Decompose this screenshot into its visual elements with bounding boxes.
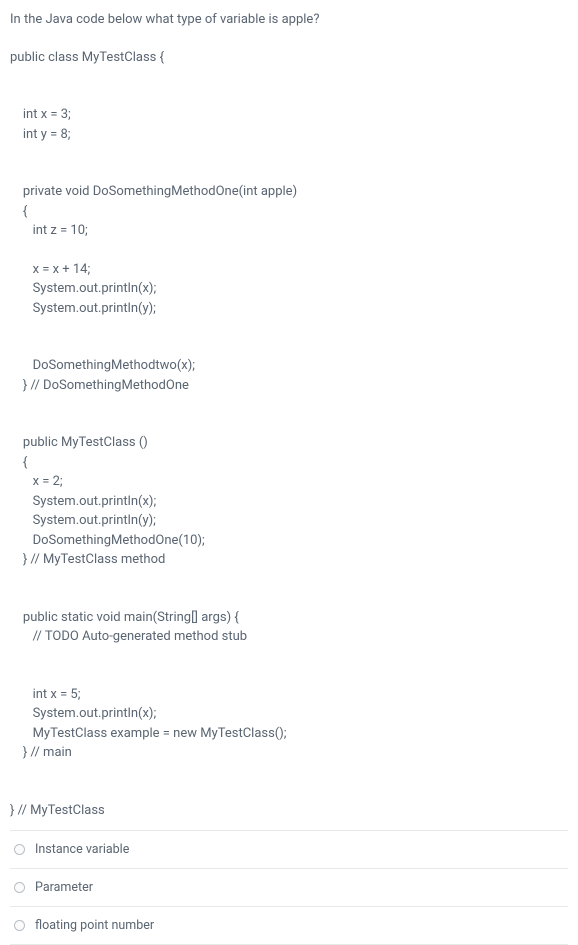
code-line: int y = 8; (10, 125, 568, 145)
code-line: int x = 3; (10, 105, 568, 125)
code-line: System.out.println(x); (10, 704, 568, 724)
code-line: } // DoSomethingMethodOne (10, 376, 568, 396)
code-line: x = 2; (10, 472, 568, 492)
code-line: } // MyTestClass method (10, 550, 568, 570)
code-line: { (10, 202, 568, 222)
radio-icon (14, 920, 25, 931)
code-line: DoSomethingMethodOne(10); (10, 531, 568, 551)
code-line: MyTestClass example = new MyTestClass(); (10, 724, 568, 744)
code-line: System.out.println(x); (10, 279, 568, 299)
option-a[interactable]: Instance variable (10, 830, 568, 868)
code-block: public class MyTestClass { int x = 3; in… (10, 48, 568, 821)
code-line: DoSomethingMethodtwo(x); (10, 356, 568, 376)
code-line: } // MyTestClass (10, 801, 568, 821)
code-line: // TODO Auto-generated method stub (10, 627, 568, 647)
option-label: Parameter (35, 880, 93, 895)
code-line: { (10, 453, 568, 473)
code-line: public class MyTestClass { (10, 48, 568, 68)
option-b[interactable]: Parameter (10, 868, 568, 906)
option-label: floating point number (35, 918, 154, 933)
code-line: System.out.println(x); (10, 492, 568, 512)
radio-icon (14, 844, 25, 855)
option-c[interactable]: floating point number (10, 906, 568, 945)
code-line: } // main (10, 743, 568, 763)
code-line: int z = 10; (10, 221, 568, 241)
option-label: Instance variable (35, 842, 129, 857)
question-prompt: In the Java code below what type of vari… (10, 10, 568, 30)
code-line: private void DoSomethingMethodOne(int ap… (10, 182, 568, 202)
radio-icon (14, 882, 25, 893)
code-line: public MyTestClass () (10, 433, 568, 453)
code-line: public static void main(String[] args) { (10, 608, 568, 628)
code-line: System.out.println(y); (10, 511, 568, 531)
code-line: System.out.println(y); (10, 299, 568, 319)
code-line: int x = 5; (10, 685, 568, 705)
answer-options: Instance variable Parameter floating poi… (10, 830, 568, 945)
code-line: x = x + 14; (10, 260, 568, 280)
